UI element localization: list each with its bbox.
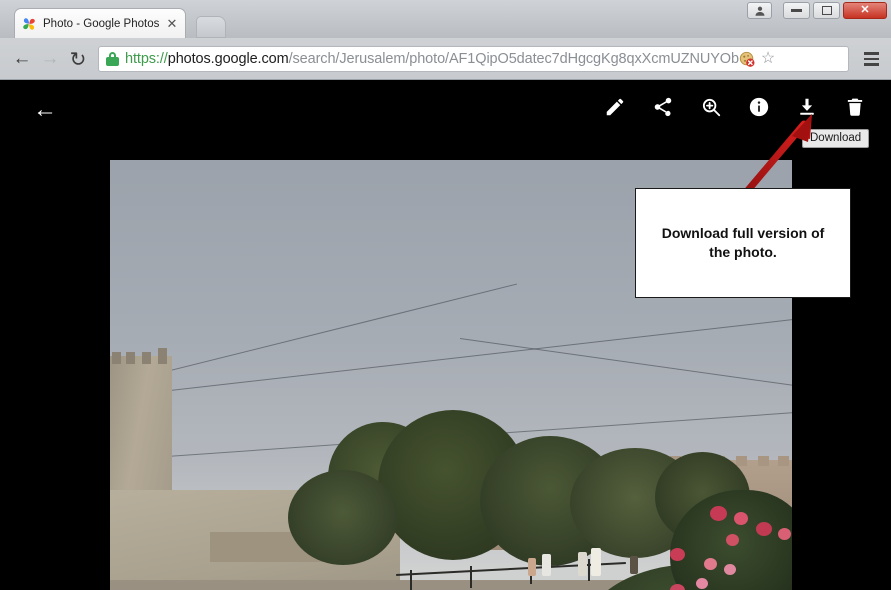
edit-icon[interactable]: [598, 90, 632, 124]
cookie-blocked-icon[interactable]: [739, 51, 756, 68]
person: [578, 552, 587, 576]
person: [528, 558, 536, 576]
hamburger-menu-icon[interactable]: [859, 45, 883, 73]
screenshot-root: ← Download Download full version of the …: [0, 0, 891, 590]
oleander-flower: [704, 558, 717, 570]
oleander-flower: [670, 584, 685, 590]
annotation-callout-text: Download full version of the photo.: [661, 225, 825, 260]
new-tab-button[interactable]: [196, 16, 226, 38]
tab-title: Photo - Google Photos: [43, 17, 160, 30]
secure-lock-icon: [106, 52, 119, 66]
navigation-bar: ← → ↻ https://photos.google.com/search/J…: [0, 38, 891, 80]
tab-strip: Photo - Google Photos ✕ ✕: [0, 0, 891, 38]
tab-close-icon[interactable]: ✕: [165, 17, 179, 31]
oleander-flower: [724, 564, 736, 575]
handrail: [470, 566, 472, 588]
tower-crenellation: [126, 352, 135, 364]
oleander-flower: [778, 528, 791, 540]
person: [542, 554, 551, 576]
annotation-callout: Download full version of the photo.: [635, 188, 851, 298]
browser-tab[interactable]: Photo - Google Photos ✕: [14, 8, 186, 38]
photo-viewer: ← Download Download full version of the …: [0, 80, 891, 590]
person: [630, 556, 638, 574]
google-photos-favicon-icon: [21, 16, 37, 32]
user-account-button[interactable]: [747, 2, 772, 19]
oleander-flower: [670, 548, 685, 561]
oleander-flower: [710, 506, 727, 521]
url-host: photos.google.com: [167, 51, 289, 67]
omnibox-icons: ☆: [739, 51, 779, 68]
tower-crenellation: [158, 348, 167, 364]
back-button[interactable]: ←: [8, 45, 36, 73]
oleander-flower: [756, 522, 772, 536]
handrail: [588, 559, 590, 581]
zoom-in-icon[interactable]: [694, 90, 728, 124]
url-scheme: https://: [125, 51, 168, 67]
maximize-button[interactable]: [813, 2, 840, 19]
tower-crenellation: [112, 352, 121, 364]
tree: [288, 470, 398, 565]
share-icon[interactable]: [646, 90, 680, 124]
url-path: /search/Jerusalem/photo/AF1QipO5datec7dH…: [288, 51, 739, 67]
oleander-flower: [696, 578, 708, 589]
tower-crenellation: [142, 352, 151, 364]
handrail: [410, 570, 412, 590]
reload-button[interactable]: ↻: [64, 45, 92, 73]
oleander-flower: [734, 512, 748, 525]
minimize-button[interactable]: [783, 2, 810, 19]
bookmark-star-icon[interactable]: ☆: [761, 51, 775, 67]
person: [591, 548, 601, 576]
forward-button[interactable]: →: [36, 45, 64, 73]
oleander-flower: [726, 534, 739, 546]
address-bar-url: https://photos.google.com/search/Jerusal…: [125, 51, 739, 67]
address-bar[interactable]: https://photos.google.com/search/Jerusal…: [98, 46, 849, 72]
browser-chrome: Photo - Google Photos ✕ ✕ ← → ↻ https://…: [0, 0, 891, 80]
window-controls: ✕: [747, 2, 887, 20]
close-button[interactable]: ✕: [843, 2, 887, 19]
